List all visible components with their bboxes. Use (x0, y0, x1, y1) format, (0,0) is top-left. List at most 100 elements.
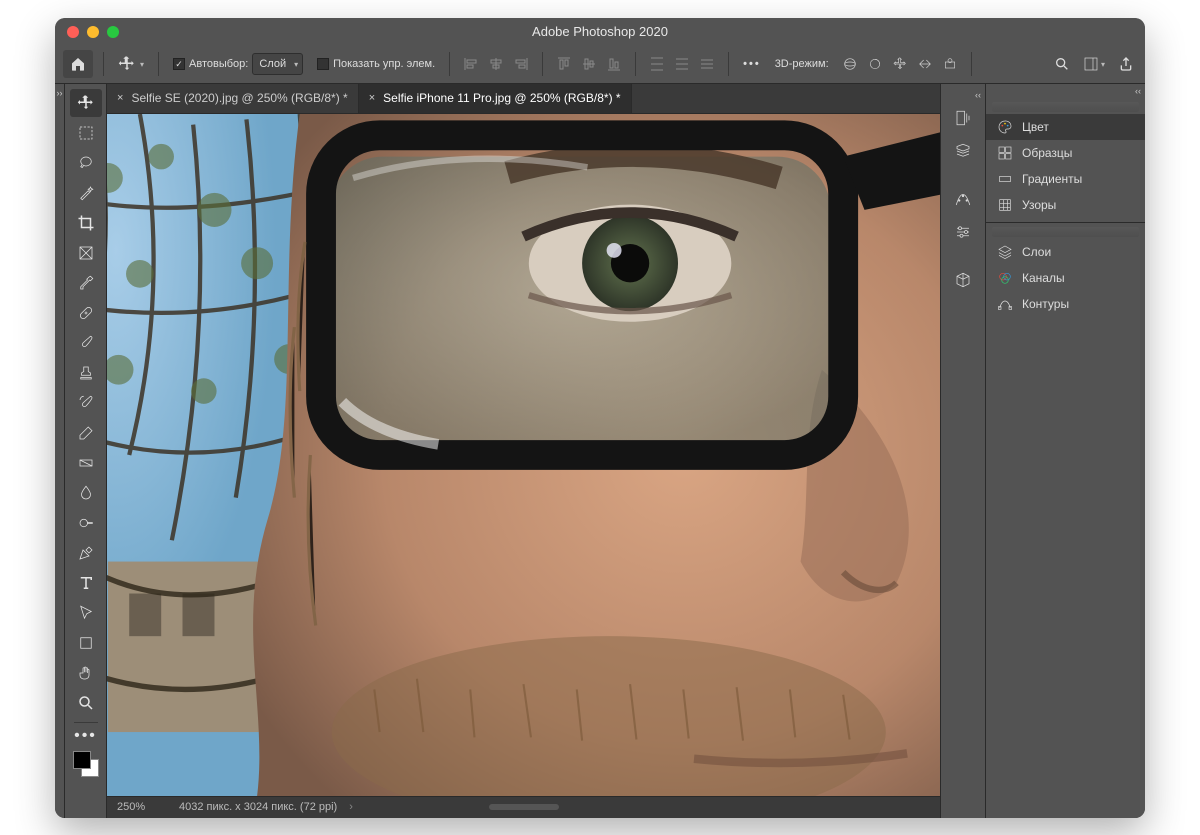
search-button[interactable] (1051, 53, 1073, 75)
magic-wand-tool[interactable] (70, 179, 102, 207)
panel-item-patterns[interactable]: Узоры (986, 192, 1145, 218)
libraries-panel-button[interactable] (947, 136, 979, 166)
options-right: ▾ (1051, 53, 1137, 75)
panel-item-swatches[interactable]: Образцы (986, 140, 1145, 166)
workspace-button[interactable]: ▾ (1083, 53, 1105, 75)
type-tool[interactable] (70, 569, 102, 597)
gradient-tool[interactable] (70, 449, 102, 477)
move-icon (118, 55, 136, 73)
home-button[interactable] (63, 50, 93, 78)
eraser-tool[interactable] (70, 419, 102, 447)
path-select-tool[interactable] (70, 599, 102, 627)
zoom-level[interactable]: 250% (117, 801, 167, 813)
collapse-right-strip-icon[interactable]: ‹‹ (975, 90, 981, 100)
3d-pan-button[interactable] (889, 53, 911, 75)
panel-item-layers[interactable]: Слои (986, 239, 1145, 265)
app-window: Adobe Photoshop 2020 ▾ Автовыбор: Слой П… (55, 18, 1145, 818)
document-tab-1[interactable]: × Selfie iPhone 11 Pro.jpg @ 250% (RGB/8… (359, 84, 632, 113)
stamp-tool[interactable] (70, 359, 102, 387)
gradients-icon (996, 171, 1014, 187)
3d-scale-button[interactable] (939, 53, 961, 75)
align-bottom-button[interactable] (603, 53, 625, 75)
close-tab-1-icon[interactable]: × (369, 92, 375, 104)
3d-slide-button[interactable] (914, 53, 936, 75)
horizontal-scrollbar[interactable] (489, 804, 559, 810)
properties-panel-button[interactable] (947, 103, 979, 133)
move-tool-indicator[interactable]: ▾ (114, 55, 148, 73)
search-icon (1054, 56, 1070, 72)
foreground-color[interactable] (73, 751, 91, 769)
healing-tool[interactable] (70, 299, 102, 327)
doc-dimensions[interactable]: 4032 пикс. x 3024 пикс. (72 ppi) (179, 801, 337, 813)
show-controls[interactable]: Показать упр. элем. (313, 58, 439, 70)
hand-tool[interactable] (70, 659, 102, 687)
toolbox: ••• (65, 84, 107, 818)
adjustments-icon (954, 190, 972, 208)
blur-tool[interactable] (70, 479, 102, 507)
window-title: Adobe Photoshop 2020 (55, 24, 1145, 39)
more-options-button[interactable]: ••• (739, 58, 765, 70)
workspace-icon (1083, 56, 1099, 72)
patterns-icon (996, 197, 1014, 213)
layers-icon (996, 244, 1014, 260)
align-center-v-button[interactable] (578, 53, 600, 75)
dist-center-button[interactable] (671, 53, 693, 75)
share-button[interactable] (1115, 53, 1137, 75)
move-tool[interactable] (70, 89, 102, 117)
history-brush-tool[interactable] (70, 389, 102, 417)
align-center-h-button[interactable] (485, 53, 507, 75)
adjustments-panel-button[interactable] (947, 184, 979, 214)
autoselect-checkbox[interactable] (173, 58, 185, 70)
workspace: ›› ••• (55, 84, 1145, 818)
eyedropper-tool[interactable] (70, 269, 102, 297)
panel-item-paths[interactable]: Контуры (986, 291, 1145, 317)
shape-tool[interactable] (70, 629, 102, 657)
marquee-tool[interactable] (70, 119, 102, 147)
dist-top-button[interactable] (646, 53, 668, 75)
close-tab-0-icon[interactable]: × (117, 92, 123, 104)
share-icon (1118, 56, 1134, 72)
crop-tool[interactable] (70, 209, 102, 237)
align-group-1 (460, 53, 532, 75)
brush-tool[interactable] (70, 329, 102, 357)
show-controls-checkbox[interactable] (317, 58, 329, 70)
lasso-tool[interactable] (70, 149, 102, 177)
panel-item-color[interactable]: Цвет (986, 114, 1145, 140)
dodge-tool[interactable] (70, 509, 102, 537)
collapse-left-icon[interactable]: ›› (57, 88, 63, 98)
align-top-button[interactable] (553, 53, 575, 75)
right-strip: ‹‹ (940, 84, 985, 818)
options-bar: ▾ Автовыбор: Слой Показать упр. элем. (55, 46, 1145, 84)
panel-swatches-label: Образцы (1022, 146, 1072, 160)
canvas-viewport[interactable] (107, 114, 940, 796)
tab-0-label: Selfie SE (2020).jpg @ 250% (RGB/8*) * (131, 91, 347, 105)
panel-item-channels[interactable]: Каналы (986, 265, 1145, 291)
frame-tool[interactable] (70, 239, 102, 267)
panel-item-gradients[interactable]: Градиенты (986, 166, 1145, 192)
collapse-panels-icon[interactable]: ‹‹ (1135, 86, 1141, 96)
photo-content (107, 114, 940, 796)
titlebar: Adobe Photoshop 2020 (55, 18, 1145, 46)
autoselect-control[interactable]: Автовыбор: Слой (169, 53, 307, 75)
3d-panel-button[interactable] (947, 265, 979, 295)
styles-panel-button[interactable] (947, 217, 979, 247)
align-right-button[interactable] (510, 53, 532, 75)
align-left-button[interactable] (460, 53, 482, 75)
status-chevron-icon[interactable]: › (349, 801, 353, 813)
color-swatch[interactable] (73, 751, 99, 777)
zoom-tool[interactable] (70, 689, 102, 717)
document-tab-0[interactable]: × Selfie SE (2020).jpg @ 250% (RGB/8*) * (107, 84, 359, 113)
panel-group-layers: Слои Каналы Контуры (986, 223, 1145, 321)
panel-color-label: Цвет (1022, 120, 1049, 134)
canvas-area: × Selfie SE (2020).jpg @ 250% (RGB/8*) *… (107, 84, 940, 818)
pen-tool[interactable] (70, 539, 102, 567)
dist-bottom-button[interactable] (696, 53, 718, 75)
panel-group-color: Цвет Образцы Градиенты Узоры (986, 98, 1145, 223)
3d-roll-button[interactable] (864, 53, 886, 75)
autoselect-dropdown[interactable]: Слой (252, 53, 303, 75)
mode3d-group (839, 53, 961, 75)
3d-orbit-button[interactable] (839, 53, 861, 75)
document-tabs: × Selfie SE (2020).jpg @ 250% (RGB/8*) *… (107, 84, 940, 114)
libraries-icon (954, 142, 972, 160)
edit-toolbar-button[interactable]: ••• (70, 728, 102, 744)
